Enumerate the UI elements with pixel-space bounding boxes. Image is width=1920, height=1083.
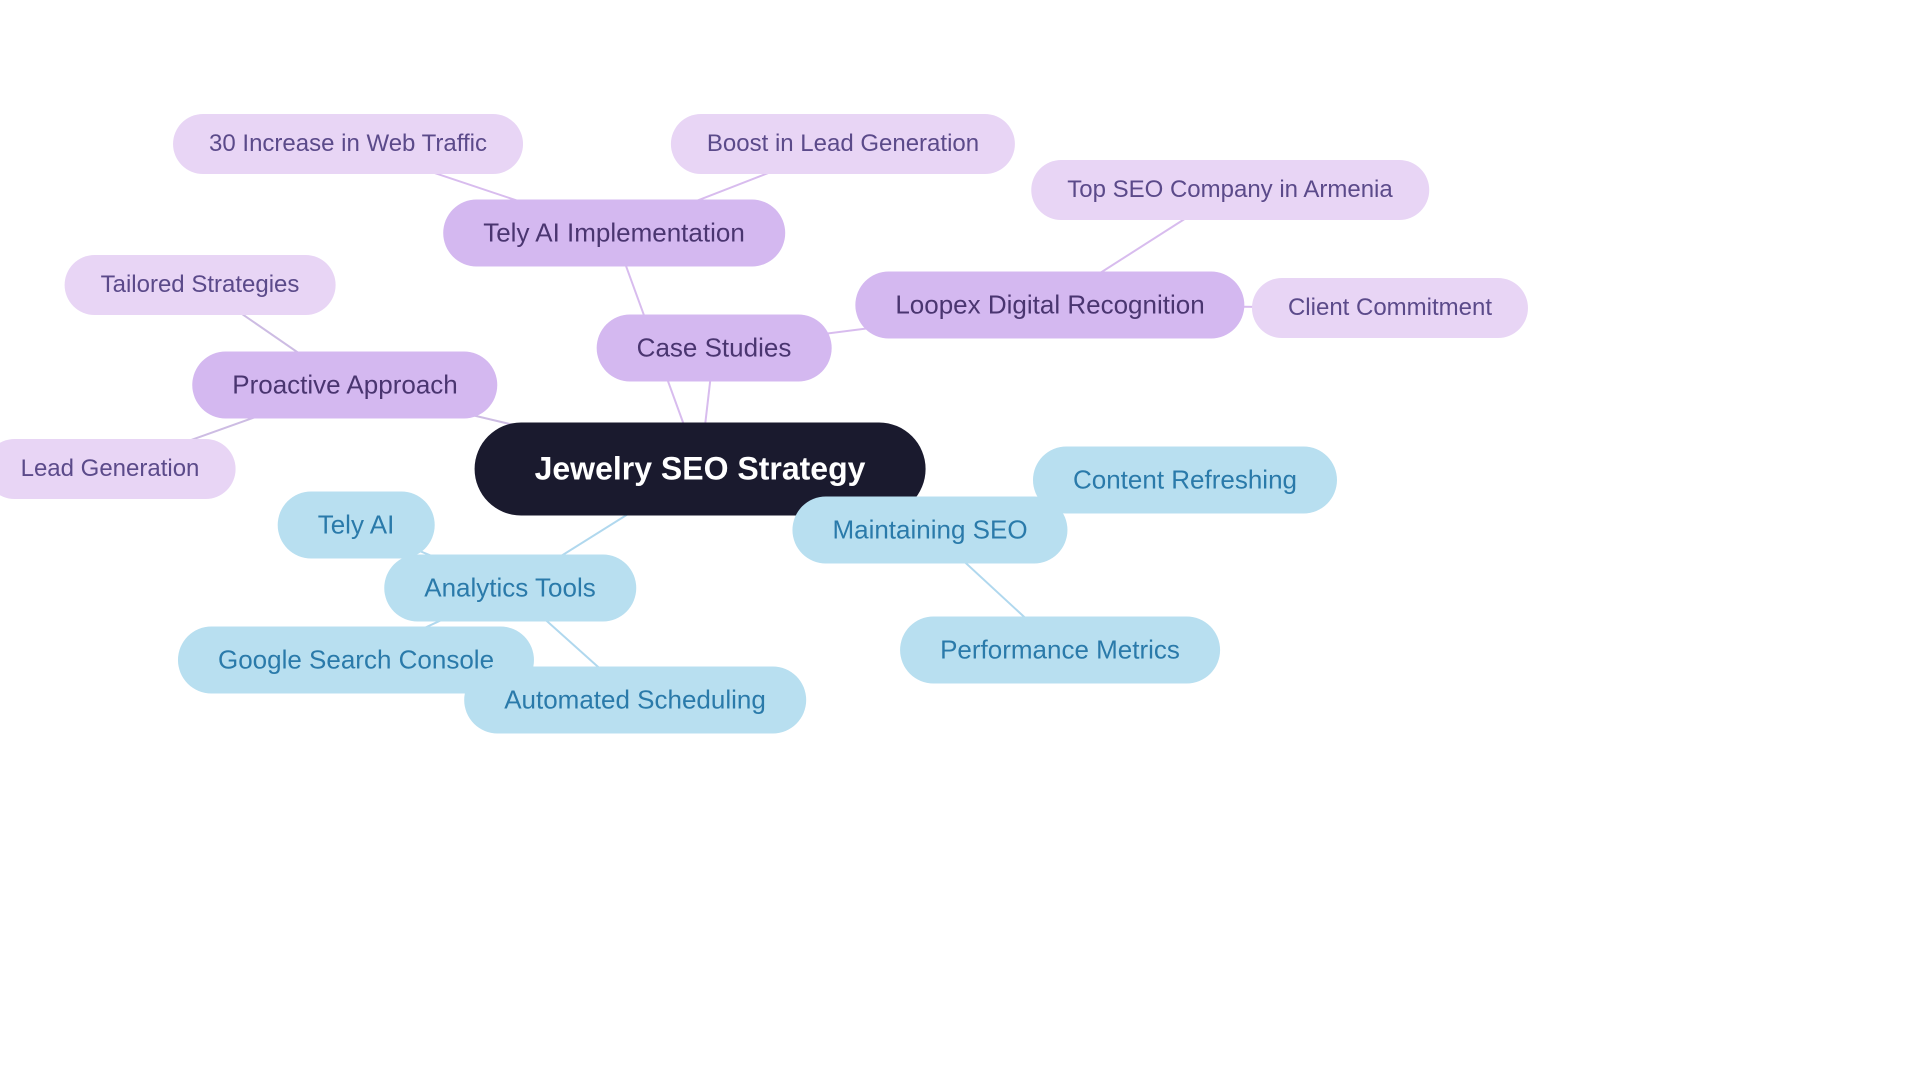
mind-map-canvas (0, 0, 1920, 1083)
